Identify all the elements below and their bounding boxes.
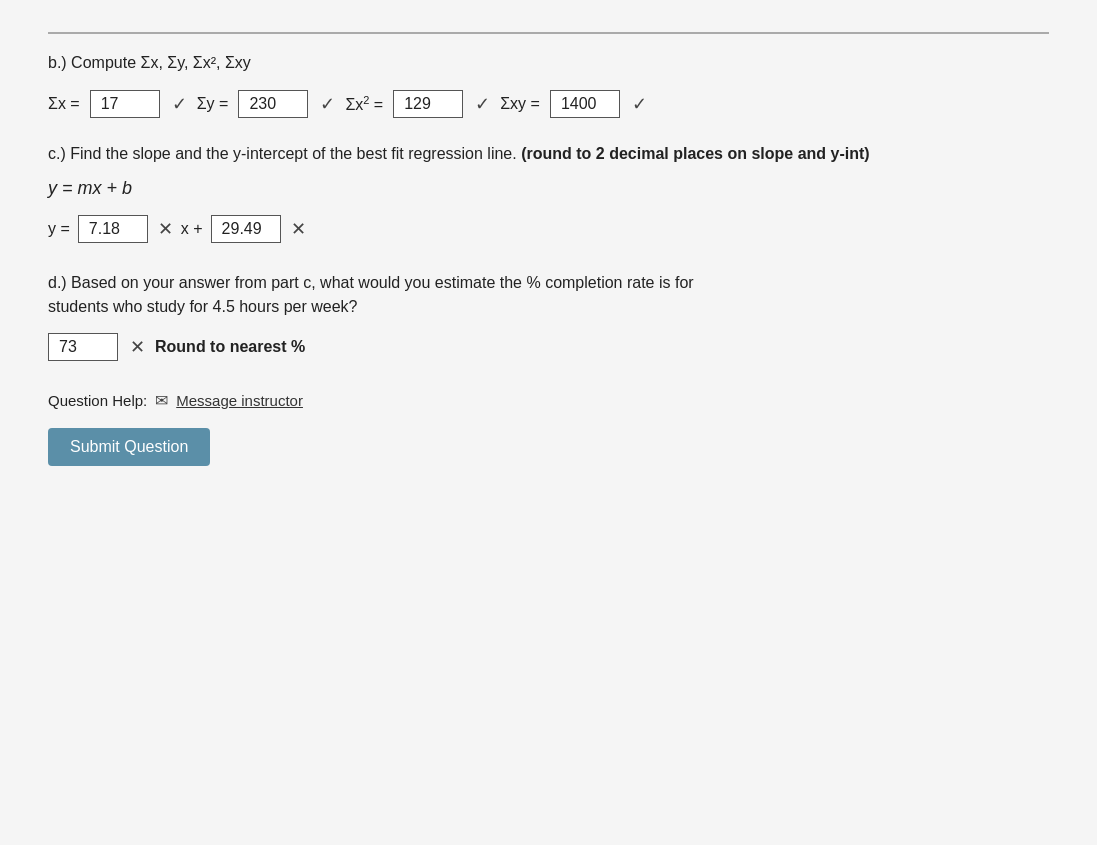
question-help-row: Question Help: ✉ Message instructor [48,391,1049,410]
intercept-input[interactable]: 29.49 [211,215,281,243]
y-eq-label: y = [48,220,70,238]
sigma-x2-label: Σx2 = [345,94,383,114]
sigma-y-input[interactable]: 230 [238,90,308,118]
sigma-x-input[interactable]: 17 [90,90,160,118]
top-divider [48,32,1049,34]
sigma-x2-check-icon: ✓ [475,93,490,115]
sigma-y-label: Σy = [197,95,229,113]
section-b-label: b.) Compute Σx, Σy, Σx², Σxy [48,54,1049,72]
section-c-label: c.) Find the slope and the y-intercept o… [48,142,1049,166]
sigma-x-check-icon: ✓ [172,93,187,115]
sigma-xy-check-icon: ✓ [632,93,647,115]
slope-x-icon: ✕ [158,218,173,240]
question-help-prefix: Question Help: [48,392,147,409]
sums-row: Σx = 17 ✓ Σy = 230 ✓ Σx2 = 129 ✓ Σxy = 1… [48,90,1049,118]
envelope-icon: ✉ [155,391,168,410]
intercept-x-icon: ✕ [291,218,306,240]
slope-input[interactable]: 7.18 [78,215,148,243]
formula-display: y = mx + b [48,178,1049,199]
section-d-text: d.) Based on your answer from part c, wh… [48,271,1049,319]
sigma-x-label: Σx = [48,95,80,113]
submit-button[interactable]: Submit Question [48,428,210,466]
completion-rate-input[interactable]: 73 [48,333,118,361]
sigma-xy-input[interactable]: 1400 [550,90,620,118]
x-plus-label: x + [181,220,203,238]
section-c: c.) Find the slope and the y-intercept o… [48,142,1049,243]
message-instructor-link[interactable]: Message instructor [176,392,303,409]
sigma-xy-label: Σxy = [500,95,540,113]
sigma-x2-input[interactable]: 129 [393,90,463,118]
main-card: b.) Compute Σx, Σy, Σx², Σxy Σx = 17 ✓ Σ… [0,0,1097,845]
section-d: d.) Based on your answer from part c, wh… [48,271,1049,361]
section-c-bold: (round to 2 decimal places on slope and … [521,145,870,162]
y-equation-row: y = 7.18 ✕ x + 29.49 ✕ [48,215,1049,243]
sigma-y-check-icon: ✓ [320,93,335,115]
round-row: 73 ✕ Round to nearest % [48,333,1049,361]
round-label: Round to nearest % [155,338,305,356]
completion-x-icon: ✕ [130,336,145,358]
